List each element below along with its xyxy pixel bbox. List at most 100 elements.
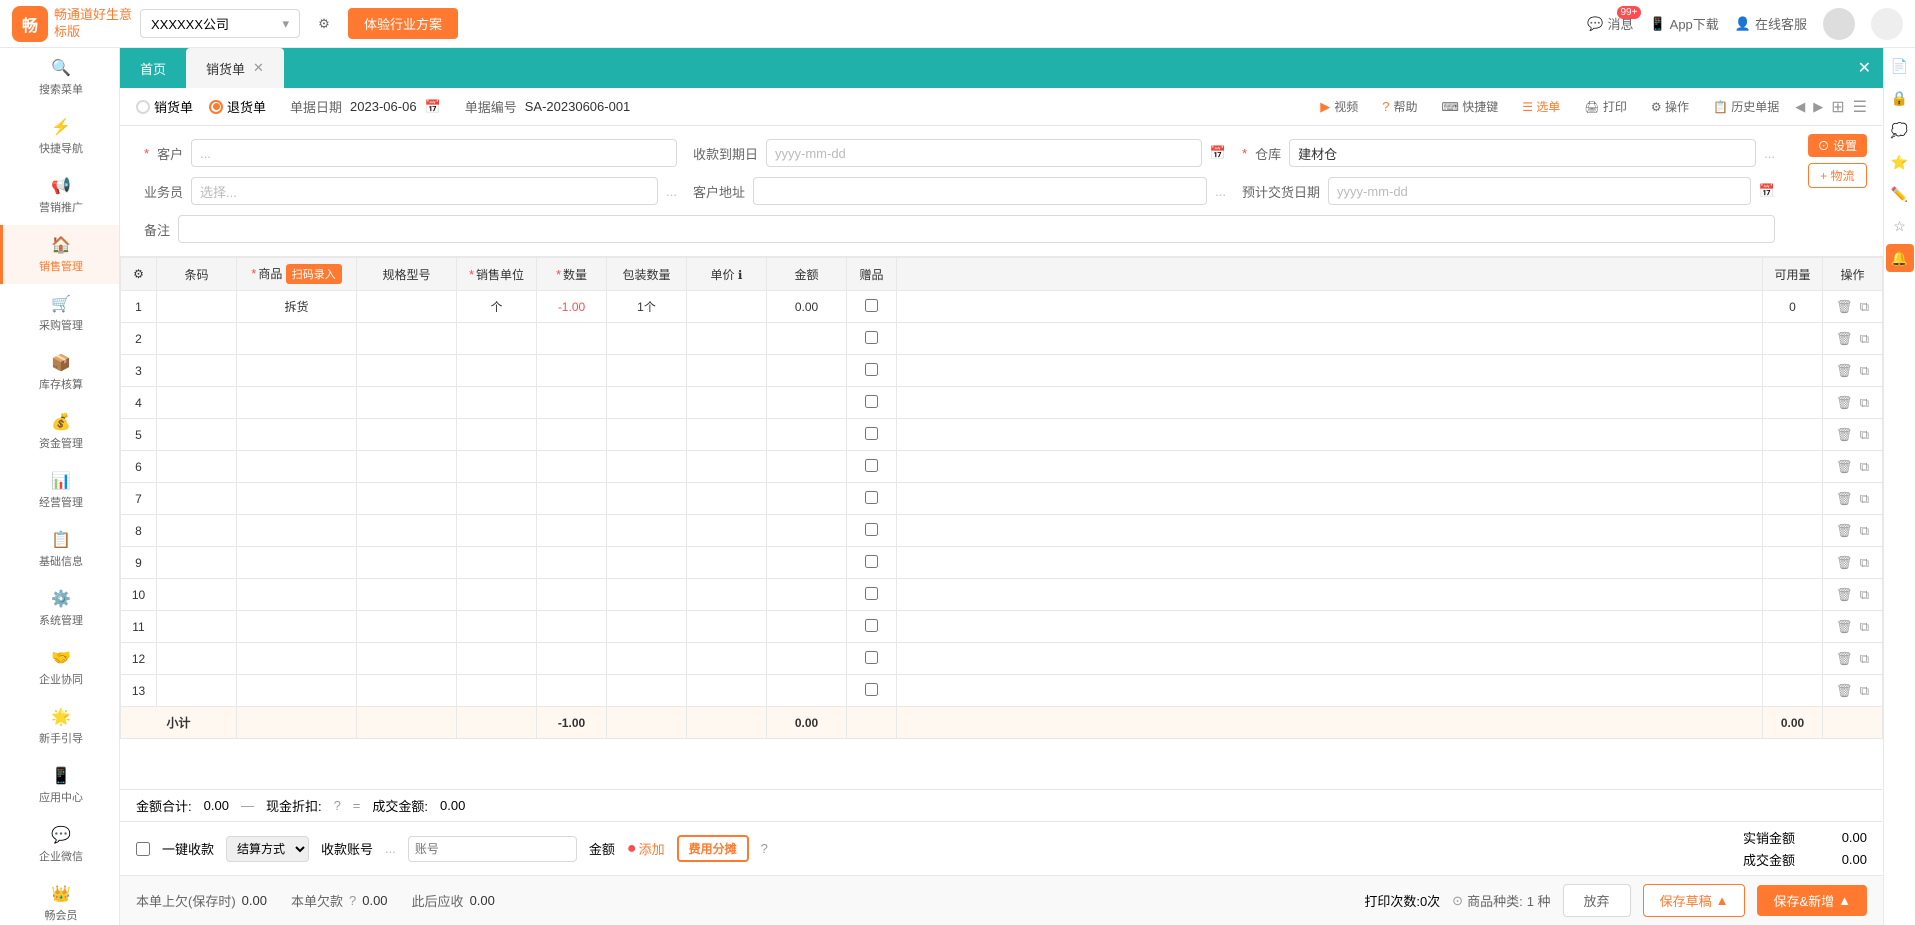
- row-price[interactable]: [687, 483, 767, 515]
- trial-button[interactable]: 体验行业方案: [348, 8, 458, 39]
- row-price[interactable]: [687, 419, 767, 451]
- row-spec[interactable]: [357, 675, 457, 707]
- row-pack-qty[interactable]: [607, 515, 687, 547]
- due-date-input[interactable]: yyyy-mm-dd: [766, 139, 1202, 167]
- right-panel-doc-icon[interactable]: 📄: [1886, 52, 1914, 80]
- row-amount[interactable]: [767, 547, 847, 579]
- row-pack-qty[interactable]: [607, 483, 687, 515]
- row-gift[interactable]: [847, 291, 897, 323]
- row-pack-qty[interactable]: [607, 643, 687, 675]
- delete-icon[interactable]: 🗑: [1836, 651, 1853, 666]
- list-view-icon[interactable]: ☰: [1853, 97, 1867, 117]
- right-panel-favorite-icon[interactable]: ☆: [1886, 212, 1914, 240]
- row-qty[interactable]: [537, 675, 607, 707]
- right-panel-lock-icon[interactable]: 🔒: [1886, 84, 1914, 112]
- delete-icon[interactable]: 🗑: [1836, 587, 1853, 602]
- calendar-icon[interactable]: 📅: [425, 99, 441, 115]
- sidebar-item-purchase[interactable]: 🛒 采购管理: [0, 284, 119, 343]
- row-gift[interactable]: [847, 323, 897, 355]
- copy-icon[interactable]: ⧉: [1860, 395, 1869, 410]
- sidebar-item-operations[interactable]: 📊 经营管理: [0, 461, 119, 520]
- radio-sales[interactable]: 销货单: [136, 97, 193, 116]
- row-qty[interactable]: [537, 387, 607, 419]
- delete-icon[interactable]: 🗑: [1836, 523, 1853, 538]
- row-product[interactable]: [237, 579, 357, 611]
- row-product[interactable]: [237, 643, 357, 675]
- row-price[interactable]: [687, 451, 767, 483]
- account-input[interactable]: [408, 836, 577, 862]
- owe-help-icon[interactable]: ?: [349, 893, 356, 908]
- customer-address-input[interactable]: [753, 177, 1207, 205]
- account-ellipsis[interactable]: ...: [385, 841, 396, 856]
- right-panel-edit-icon[interactable]: ✏️: [1886, 180, 1914, 208]
- row-product[interactable]: [237, 387, 357, 419]
- warehouse-input[interactable]: 建材仓: [1289, 139, 1756, 167]
- avatar[interactable]: [1823, 8, 1855, 40]
- sidebar-item-search[interactable]: 🔍 搜索菜单: [0, 48, 119, 107]
- save-new-button[interactable]: 保存&新增 ▲: [1757, 885, 1867, 916]
- row-product[interactable]: [237, 323, 357, 355]
- operate-btn[interactable]: ⚙ 操作: [1643, 96, 1697, 117]
- row-spec[interactable]: [357, 291, 457, 323]
- method-select[interactable]: 结算方式: [226, 836, 309, 862]
- row-gift[interactable]: [847, 451, 897, 483]
- nav-prev-icon[interactable]: ◀: [1795, 99, 1805, 115]
- tab-sales-order[interactable]: 销货单 ✕: [186, 48, 284, 88]
- row-pack-qty[interactable]: [607, 387, 687, 419]
- due-date-calendar-icon[interactable]: 📅: [1210, 145, 1226, 161]
- row-product[interactable]: [237, 611, 357, 643]
- delete-icon[interactable]: 🗑: [1836, 427, 1853, 442]
- row-barcode[interactable]: [157, 451, 237, 483]
- row-product[interactable]: [237, 483, 357, 515]
- row-barcode[interactable]: [157, 387, 237, 419]
- delete-icon[interactable]: 🗑: [1836, 299, 1853, 314]
- copy-icon[interactable]: ⧉: [1860, 491, 1869, 506]
- row-unit[interactable]: [457, 643, 537, 675]
- right-panel-comment-icon[interactable]: 💭: [1886, 116, 1914, 144]
- sidebar-item-inventory[interactable]: 📦 库存核算: [0, 343, 119, 402]
- row-amount[interactable]: [767, 675, 847, 707]
- row-product[interactable]: [237, 355, 357, 387]
- row-spec[interactable]: [357, 547, 457, 579]
- sidebar-item-wechat[interactable]: 💬 企业微信: [0, 815, 119, 874]
- row-pack-qty[interactable]: [607, 611, 687, 643]
- sidebar-item-marketing[interactable]: 📢 营销推广: [0, 166, 119, 225]
- row-amount[interactable]: [767, 611, 847, 643]
- row-qty[interactable]: [537, 323, 607, 355]
- row-barcode[interactable]: [157, 579, 237, 611]
- row-unit[interactable]: [457, 675, 537, 707]
- shortcut-btn[interactable]: ⌨ 快捷键: [1434, 96, 1507, 117]
- delete-icon[interactable]: 🗑: [1836, 459, 1853, 474]
- row-price[interactable]: [687, 323, 767, 355]
- row-gift[interactable]: [847, 483, 897, 515]
- app-download-button[interactable]: 📱 App下载: [1649, 14, 1718, 33]
- row-pack-qty[interactable]: [607, 547, 687, 579]
- row-qty[interactable]: -1.00: [537, 291, 607, 323]
- row-product[interactable]: [237, 451, 357, 483]
- row-unit[interactable]: [457, 355, 537, 387]
- customer-input[interactable]: ...: [191, 139, 677, 167]
- row-spec[interactable]: [357, 515, 457, 547]
- row-pack-qty[interactable]: [607, 451, 687, 483]
- row-price[interactable]: [687, 387, 767, 419]
- row-spec[interactable]: [357, 611, 457, 643]
- row-qty[interactable]: [537, 451, 607, 483]
- row-amount[interactable]: [767, 387, 847, 419]
- row-spec[interactable]: [357, 451, 457, 483]
- row-pack-qty[interactable]: [607, 355, 687, 387]
- row-spec[interactable]: [357, 355, 457, 387]
- scan-btn[interactable]: 扫码录入: [286, 264, 342, 284]
- warehouse-ellipsis[interactable]: ...: [1764, 146, 1775, 161]
- row-barcode[interactable]: [157, 483, 237, 515]
- row-barcode[interactable]: [157, 291, 237, 323]
- abandon-button[interactable]: 放弃: [1563, 884, 1631, 917]
- salesperson-ellipsis[interactable]: ...: [666, 184, 677, 199]
- row-barcode[interactable]: [157, 643, 237, 675]
- row-gift[interactable]: [847, 515, 897, 547]
- copy-icon[interactable]: ⧉: [1860, 331, 1869, 346]
- row-product[interactable]: 拆货: [237, 291, 357, 323]
- row-gift[interactable]: [847, 579, 897, 611]
- row-product[interactable]: [237, 515, 357, 547]
- tab-bar-close-icon[interactable]: ✕: [1858, 58, 1871, 78]
- row-amount[interactable]: 0.00: [767, 291, 847, 323]
